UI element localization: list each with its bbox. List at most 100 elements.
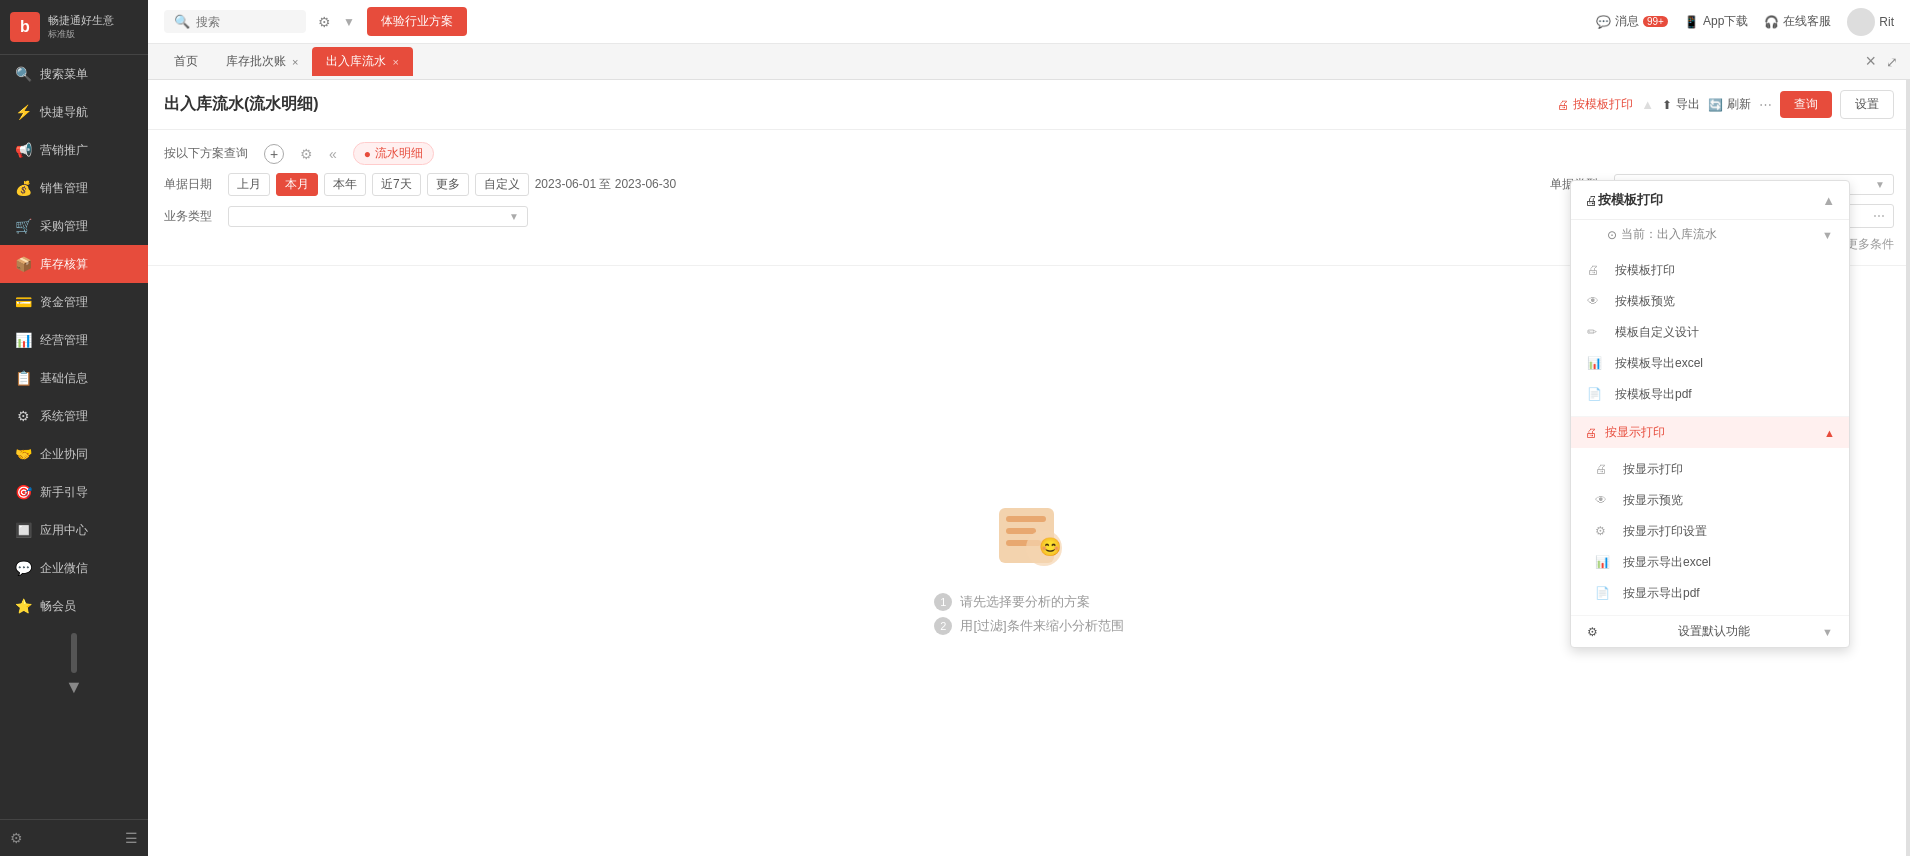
sidebar-item-label: 新手引导 xyxy=(40,484,88,501)
dropdown-item-export-pdf-template[interactable]: 📄 按模板导出pdf xyxy=(1571,379,1849,410)
online-service-btn[interactable]: 🎧 在线客服 xyxy=(1764,13,1831,30)
dropdown-item-preview-display[interactable]: 👁 按显示预览 xyxy=(1571,485,1849,516)
warehouse-more-icon[interactable]: ⋯ xyxy=(1873,209,1885,223)
sidebar-item-quick-nav[interactable]: ⚡ 快捷导航 xyxy=(0,93,148,131)
experience-btn[interactable]: 体验行业方案 xyxy=(367,7,467,36)
preview-template-icon: 👁 xyxy=(1587,294,1603,310)
sidebar-item-purchase[interactable]: 🛒 采购管理 xyxy=(0,207,148,245)
app-name: 畅捷通好生意 xyxy=(48,13,114,27)
maximize-window-btn[interactable]: ⤢ xyxy=(1886,54,1898,70)
print-template-btn[interactable]: 🖨 按模板打印 xyxy=(1557,96,1633,113)
export-btn[interactable]: ⬆ 导出 xyxy=(1662,96,1700,113)
sidebar-item-appstore[interactable]: 🔲 应用中心 xyxy=(0,511,148,549)
biz-select-arrow-icon: ▼ xyxy=(509,211,519,222)
sidebar-item-finance[interactable]: 💳 资金管理 xyxy=(0,283,148,321)
sidebar-item-inventory[interactable]: 📦 库存核算 xyxy=(0,245,148,283)
export-icon: ⬆ xyxy=(1662,98,1672,112)
dropdown-item-export-pdf-display[interactable]: 📄 按显示导出pdf xyxy=(1571,578,1849,609)
filter-tag: ● 流水明细 xyxy=(353,142,434,165)
filter-settings-icon[interactable]: ⚙ xyxy=(300,146,313,162)
gear-icon[interactable]: ⚙ xyxy=(318,14,331,30)
custom-template-icon: ✏ xyxy=(1587,325,1603,341)
settings-btn[interactable]: 设置 xyxy=(1840,90,1894,119)
tab-home[interactable]: 首页 xyxy=(160,47,212,76)
tab-close-inventory-batch[interactable]: × xyxy=(292,56,298,68)
user-profile[interactable]: Rit xyxy=(1847,8,1894,36)
current-expand-icon[interactable]: ▼ xyxy=(1822,229,1833,241)
display-group-label: 按显示打印 xyxy=(1605,424,1665,441)
svg-text:😊: 😊 xyxy=(1039,536,1062,558)
dropdown-arrow-icon[interactable]: ▼ xyxy=(343,15,355,29)
inventory-icon: 📦 xyxy=(14,255,32,273)
sidebar-item-search-menu[interactable]: 🔍 搜索菜单 xyxy=(0,55,148,93)
display-group-arrow-icon: ▲ xyxy=(1824,427,1835,439)
search-input[interactable] xyxy=(196,15,296,29)
empty-svg: 😊 xyxy=(984,488,1074,578)
tab-close-stock-flow[interactable]: × xyxy=(392,56,398,68)
dropdown-item-print-display[interactable]: 🖨 按显示打印 xyxy=(1571,454,1849,485)
date-btn-custom[interactable]: 自定义 xyxy=(475,173,529,196)
dropdown-item-export-excel-display[interactable]: 📊 按显示导出excel xyxy=(1571,547,1849,578)
business-type-select[interactable]: ▼ xyxy=(228,206,528,227)
current-label-icon: ⊙ xyxy=(1607,228,1617,242)
sidebar-item-label: 库存核算 xyxy=(40,256,88,273)
sidebar-item-label: 营销推广 xyxy=(40,142,88,159)
sidebar-scrollbar-thumb[interactable] xyxy=(71,633,77,673)
sidebar-item-wechat[interactable]: 💬 企业微信 xyxy=(0,549,148,587)
close-window-btn[interactable]: × xyxy=(1865,51,1876,72)
date-btn-7days[interactable]: 近7天 xyxy=(372,173,421,196)
dropdown-item-export-excel-template[interactable]: 📊 按模板导出excel xyxy=(1571,348,1849,379)
print-settings-display-icon: ⚙ xyxy=(1595,524,1611,540)
sidebar-scroll-down-arrow[interactable]: ▼ xyxy=(0,677,148,698)
tab-stock-flow[interactable]: 出入库流水 × xyxy=(312,47,412,76)
sidebar-item-sales[interactable]: 💰 销售管理 xyxy=(0,169,148,207)
dropdown-header-close-icon[interactable]: ▲ xyxy=(1822,193,1835,208)
resize-handle[interactable] xyxy=(1906,80,1910,856)
current-label: 当前：出入库流水 xyxy=(1621,226,1717,243)
dropdown-item-print-template[interactable]: 🖨 按模板打印 xyxy=(1571,255,1849,286)
printer-icon: 🖨 xyxy=(1557,98,1569,112)
sidebar-item-guide[interactable]: 🎯 新手引导 xyxy=(0,473,148,511)
appstore-icon: 🔲 xyxy=(14,521,32,539)
sidebar-item-label: 搜索菜单 xyxy=(40,66,88,83)
filter-add-btn[interactable]: + xyxy=(264,144,284,164)
filter-collapse-icon[interactable]: « xyxy=(329,146,337,162)
refresh-btn[interactable]: 🔄 刷新 xyxy=(1708,96,1751,113)
settings-icon[interactable]: ⚙ xyxy=(10,830,23,846)
sidebar-item-operation[interactable]: 📊 经营管理 xyxy=(0,321,148,359)
page-area: 出入库流水(流水明细) 🖨 按模板打印 ▲ ⬆ 导出 🔄 刷新 xyxy=(148,80,1910,856)
sidebar-item-label: 采购管理 xyxy=(40,218,88,235)
print-template-icon: 🖨 xyxy=(1587,263,1603,279)
dropdown-footer[interactable]: ⚙ 设置默认功能 ▼ xyxy=(1571,616,1849,647)
sidebar-item-system[interactable]: ⚙ 系统管理 xyxy=(0,397,148,435)
dropdown-item-custom-template[interactable]: ✏ 模板自定义设计 xyxy=(1571,317,1849,348)
query-btn[interactable]: 查询 xyxy=(1780,91,1832,118)
sidebar-item-label: 畅会员 xyxy=(40,598,76,615)
sidebar-item-collab[interactable]: 🤝 企业协同 xyxy=(0,435,148,473)
header-search[interactable]: 🔍 xyxy=(164,10,306,33)
sidebar-item-label: 企业协同 xyxy=(40,446,88,463)
messages-badge: 99+ xyxy=(1643,16,1668,27)
dropdown-display-group-header[interactable]: 🖨 按显示打印 ▲ xyxy=(1571,417,1849,448)
sidebar-item-marketing[interactable]: 📢 营销推广 xyxy=(0,131,148,169)
business-type-label: 业务类型 xyxy=(164,208,212,225)
headset-icon: 🎧 xyxy=(1764,15,1779,29)
messages-btn[interactable]: 💬 消息 99+ xyxy=(1596,13,1668,30)
date-btn-this-month[interactable]: 本月 xyxy=(276,173,318,196)
date-btn-more[interactable]: 更多 xyxy=(427,173,469,196)
tab-inventory-batch[interactable]: 库存批次账 × xyxy=(212,47,312,76)
operation-icon: 📊 xyxy=(14,331,32,349)
app-download-btn[interactable]: 📱 App下载 xyxy=(1684,13,1748,30)
preview-display-icon: 👁 xyxy=(1595,493,1611,509)
date-btn-last-month[interactable]: 上月 xyxy=(228,173,270,196)
dropdown-item-print-settings-display[interactable]: ⚙ 按显示打印设置 xyxy=(1571,516,1849,547)
sidebar-item-member[interactable]: ⭐ 畅会员 xyxy=(0,587,148,625)
more-actions-icon[interactable]: ⋯ xyxy=(1759,97,1772,112)
export-excel-template-icon: 📊 xyxy=(1587,356,1603,372)
date-btn-this-year[interactable]: 本年 xyxy=(324,173,366,196)
search-icon: 🔍 xyxy=(174,14,190,29)
message-icon: 💬 xyxy=(1596,15,1611,29)
menu-toggle-icon[interactable]: ☰ xyxy=(125,830,138,846)
sidebar-item-basic[interactable]: 📋 基础信息 xyxy=(0,359,148,397)
dropdown-item-preview-template[interactable]: 👁 按模板预览 xyxy=(1571,286,1849,317)
